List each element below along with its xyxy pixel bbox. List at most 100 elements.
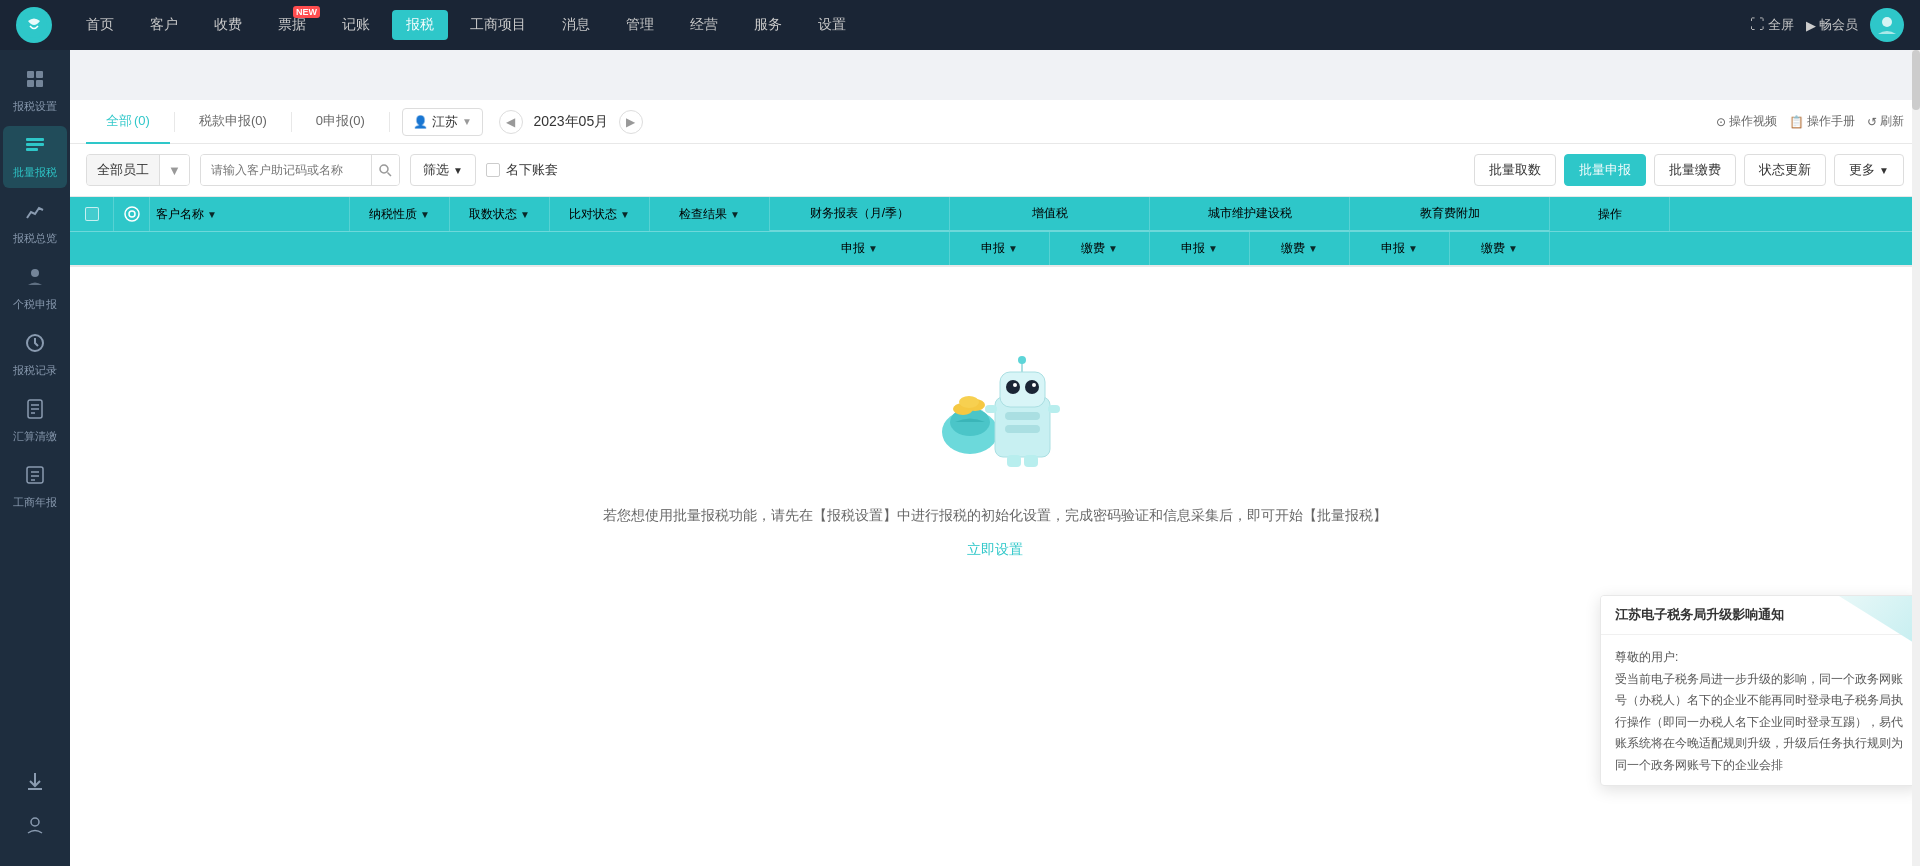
header-checkbox[interactable] [85, 207, 99, 221]
filter-icon: ▼ [520, 209, 530, 220]
month-navigation: ◀ 2023年05月 ▶ [499, 110, 643, 134]
region-chevron-icon: ▼ [462, 116, 472, 127]
th2-empty2 [114, 232, 150, 265]
table-header-row1: 客户名称 ▼ 纳税性质 ▼ 取数状态 ▼ 比对状态 ▼ 检查结果 ▼ 财务报表（… [70, 197, 1920, 232]
nav-manage[interactable]: 管理 [612, 10, 668, 40]
sidebar-item-tax-settings[interactable]: 报税设置 [3, 60, 67, 122]
nav-settings[interactable]: 设置 [804, 10, 860, 40]
svg-rect-8 [26, 148, 38, 151]
notification-text: 尊敬的用户: 受当前电子税务局进一步升级的影响，同一个政务网账号（办税人）名下的… [1615, 647, 1905, 777]
svg-point-20 [129, 211, 135, 217]
operation-video-btn[interactable]: ⊙ 操作视频 [1716, 113, 1777, 130]
tab-zero-declare[interactable]: 0申报 (0) [296, 100, 385, 144]
th2-edu-pay: 缴费 ▼ [1450, 232, 1550, 265]
nav-customer[interactable]: 客户 [136, 10, 192, 40]
prev-month-button[interactable]: ◀ [499, 110, 523, 134]
svg-point-21 [125, 207, 139, 221]
search-input[interactable] [201, 155, 371, 185]
search-button[interactable] [371, 155, 399, 185]
sidebar-item-personal-tax[interactable]: 个税申报 [3, 258, 67, 320]
filter-chevron-icon: ▼ [453, 165, 463, 176]
sidebar-user[interactable] [3, 806, 67, 846]
nav-invoice[interactable]: 票据 NEW [264, 10, 320, 40]
th-operation: 操作 [1550, 197, 1670, 231]
personal-tax-icon [24, 266, 46, 293]
th2-empty4 [350, 232, 450, 265]
tax-records-icon [24, 332, 46, 359]
tab-right-actions: ⊙ 操作视频 📋 操作手册 ↺ 刷新 [1716, 113, 1904, 130]
nav-business[interactable]: 工商项目 [456, 10, 540, 40]
member-btn[interactable]: ▶ 畅会员 [1806, 16, 1858, 34]
th-fetch-status: 取数状态 ▼ [450, 197, 550, 231]
tab-all[interactable]: 全部 (0) [86, 100, 170, 144]
svg-rect-38 [1005, 425, 1040, 433]
svg-rect-4 [27, 80, 34, 87]
filter-button[interactable]: 筛选 ▼ [410, 154, 476, 186]
nav-home[interactable]: 首页 [72, 10, 128, 40]
th-urban-group: 城市维护建设税 [1150, 197, 1350, 231]
svg-point-32 [1032, 383, 1036, 387]
more-chevron-icon: ▼ [1879, 165, 1889, 176]
sidebar-label: 报税设置 [13, 99, 57, 114]
svg-rect-35 [985, 405, 997, 413]
new-badge: NEW [293, 6, 320, 18]
sidebar-item-settlement[interactable]: 汇算清缴 [3, 390, 67, 452]
svg-rect-37 [1005, 412, 1040, 420]
refresh-btn[interactable]: ↺ 刷新 [1867, 113, 1904, 130]
th2-empty3 [150, 232, 350, 265]
th2-empty5 [450, 232, 550, 265]
account-checkbox-label[interactable]: 名下账套 [486, 161, 558, 179]
th-settings [114, 197, 150, 231]
svg-rect-36 [1048, 405, 1060, 413]
tax-settings-icon [24, 68, 46, 95]
operation-manual-btn[interactable]: 📋 操作手册 [1789, 113, 1855, 130]
sidebar-download[interactable] [3, 762, 67, 802]
sidebar-item-tax-overview[interactable]: 报税总览 [3, 192, 67, 254]
nav-fee[interactable]: 收费 [200, 10, 256, 40]
tab-tax-declare[interactable]: 税款申报 (0) [179, 100, 287, 144]
nav-tax[interactable]: 报税 [392, 10, 448, 40]
app-logo[interactable] [16, 7, 52, 43]
status-update-button[interactable]: 状态更新 [1744, 154, 1826, 186]
setup-link[interactable]: 立即设置 [967, 541, 1023, 559]
table-header-row2: 申报 ▼ 申报 ▼ 缴费 ▼ 申报 ▼ 缴费 ▼ 申报 [70, 232, 1920, 267]
account-checkbox[interactable] [486, 163, 500, 177]
user-avatar[interactable] [1870, 8, 1904, 42]
sidebar: 报税设置 批量报税 报税总览 个税申报 报税记录 汇算清缴 工商年报 [0, 50, 70, 866]
employee-filter-arrow[interactable]: ▼ [160, 155, 189, 185]
sidebar-item-annual-report[interactable]: 工商年报 [3, 456, 67, 518]
nav-operate[interactable]: 经营 [676, 10, 732, 40]
batch-pay-button[interactable]: 批量缴费 [1654, 154, 1736, 186]
th-compare-status: 比对状态 ▼ [550, 197, 650, 231]
th-checkbox [70, 197, 114, 231]
sidebar-label: 汇算清缴 [13, 429, 57, 444]
settlement-icon [24, 398, 46, 425]
tab-bar: 全部 (0) 税款申报 (0) 0申报 (0) 👤 江苏 ▼ ◀ 2023年05… [70, 100, 1920, 144]
fullscreen-btn[interactable]: ⛶ 全屏 [1750, 16, 1794, 34]
batch-fetch-button[interactable]: 批量取数 [1474, 154, 1556, 186]
filter-icon: ▼ [730, 209, 740, 220]
svg-point-31 [1013, 383, 1017, 387]
nav-service[interactable]: 服务 [740, 10, 796, 40]
svg-point-30 [1025, 380, 1039, 394]
user-icon [24, 814, 46, 838]
batch-declare-button[interactable]: 批量申报 [1564, 154, 1646, 186]
sidebar-item-batch-tax[interactable]: 批量报税 [3, 126, 67, 188]
nav-bookkeeping[interactable]: 记账 [328, 10, 384, 40]
svg-line-19 [388, 173, 392, 177]
region-selector[interactable]: 👤 江苏 ▼ [402, 108, 483, 136]
tab-divider [174, 112, 175, 132]
more-button[interactable]: 更多 ▼ [1834, 154, 1904, 186]
nav-message[interactable]: 消息 [548, 10, 604, 40]
search-box[interactable] [200, 154, 400, 186]
th-tax-nature: 纳税性质 ▼ [350, 197, 450, 231]
page-scrollbar-thumb [1912, 50, 1920, 110]
notification-title: 江苏电子税务局升级影响通知 [1615, 606, 1784, 624]
th2-vat-pay: 缴费 ▼ [1050, 232, 1150, 265]
download-icon [24, 770, 46, 794]
empty-description: 若您想使用批量报税功能，请先在【报税设置】中进行报税的初始化设置，完成密码验证和… [603, 507, 1387, 525]
next-month-button[interactable]: ▶ [619, 110, 643, 134]
sidebar-item-tax-records[interactable]: 报税记录 [3, 324, 67, 386]
employee-filter[interactable]: 全部员工 ▼ [86, 154, 190, 186]
refresh-icon: ↺ [1867, 115, 1877, 129]
